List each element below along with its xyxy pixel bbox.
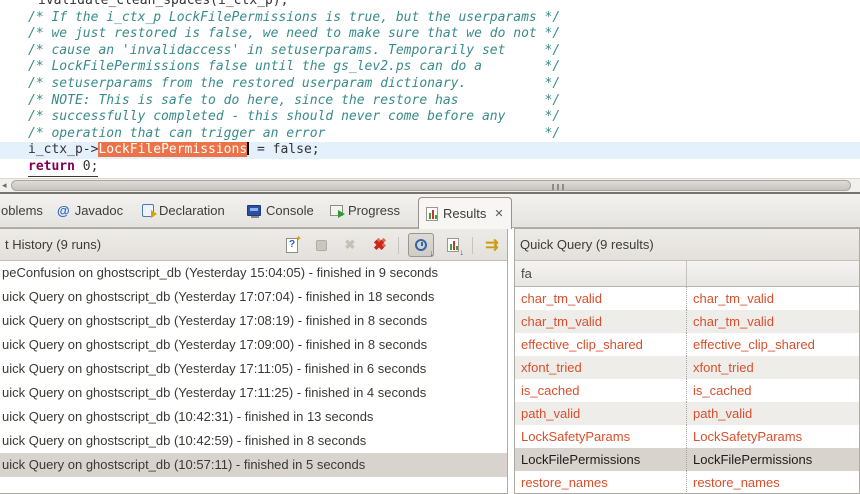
history-item[interactable]: uick Query on ghostscript_db (Yesterday …	[0, 309, 507, 333]
history-panel-header[interactable]: t History (9 runs) ? ✦ ✖ ✖ ↓ ↓ ⇉	[0, 229, 507, 261]
sort-by-results-button[interactable]: ↓	[443, 235, 465, 257]
pin-view-icon: ⇉	[485, 237, 499, 254]
code-comment-line: /* NOTE: This is safe to do here, since …	[28, 92, 561, 108]
code-line: ivalidate_clean_spaces(i_ctx_p);	[38, 0, 289, 8]
code-comment-line: /* we just restored is false, we need to…	[28, 26, 561, 42]
history-toolbar: ? ✦ ✖ ✖ ↓ ↓ ⇉	[282, 229, 502, 261]
history-panel: t History (9 runs) ? ✦ ✖ ✖ ↓ ↓ ⇉ peConfu…	[0, 228, 508, 494]
code-comment-line: /* operation that can trigger an error *…	[28, 125, 561, 141]
history-item[interactable]: uick Query on ghostscript_db (Yesterday …	[0, 381, 507, 405]
stop-icon	[315, 239, 327, 251]
history-item[interactable]: uick Query on ghostscript_db (Yesterday …	[0, 285, 507, 309]
current-code-line: i_ctx_p->LockFilePermissions = false;	[0, 142, 860, 159]
progress-icon	[330, 205, 345, 218]
code-comment-line: /* setuserparams from the restored userp…	[28, 75, 561, 91]
code-line: return 0;	[0, 158, 860, 177]
tab-declaration[interactable]: Declaration	[142, 194, 225, 227]
remove-all-icon: ✖	[373, 236, 385, 253]
result-row[interactable]: restore_names restore_names	[515, 471, 859, 493]
history-item[interactable]: uick Query on ghostscript_db (Yesterday …	[0, 333, 507, 357]
occurrence-highlight: LockFilePermissions	[98, 142, 248, 158]
return-keyword: return	[28, 158, 75, 174]
result-row[interactable]: char_tm_valid char_tm_valid	[515, 310, 859, 333]
javadoc-icon: @	[57, 203, 70, 218]
declaration-icon	[142, 204, 157, 218]
quick-query-panel-header[interactable]: Quick Query (9 results)	[515, 229, 859, 261]
code-comment-line: /* successfully completed - this should …	[28, 109, 561, 125]
result-row-selected[interactable]: LockFilePermissions LockFilePermissions	[515, 448, 859, 471]
column-header-blank[interactable]	[687, 261, 859, 286]
stop-button[interactable]	[311, 235, 331, 255]
scroll-left-icon[interactable]: ◂	[2, 180, 7, 191]
tab-results-label: Results	[443, 206, 487, 221]
eclipse-workbench: ivalidate_clean_spaces(i_ctx_p); /* If t…	[0, 0, 860, 494]
close-icon[interactable]: ✕	[494, 207, 503, 220]
return-rest: 0;	[74, 158, 99, 174]
scrollbar-thumb[interactable]	[11, 180, 851, 191]
history-list: peConfusion on ghostscript_db (Yesterday…	[0, 261, 507, 477]
result-row[interactable]: path_valid path_valid	[515, 402, 859, 425]
code-comment-line: /* cause an 'invalidaccess' in setuserpa…	[28, 42, 561, 58]
tab-console-label: Console	[266, 203, 314, 218]
tab-console[interactable]: Console	[247, 194, 314, 227]
tab-declaration-label: Declaration	[159, 203, 225, 218]
toolbar-separator	[398, 236, 399, 254]
tab-javadoc[interactable]: @ Javadoc	[57, 194, 123, 227]
history-item[interactable]: uick Query on ghostscript_db (10:42:31) …	[0, 405, 507, 429]
code-editor[interactable]: ivalidate_clean_spaces(i_ctx_p); /* If t…	[0, 0, 860, 178]
tab-results[interactable]: Results ✕	[418, 197, 512, 229]
results-table: char_tm_valid char_tm_valid char_tm_valid…	[515, 287, 859, 493]
tab-progress-label: Progress	[348, 203, 401, 218]
view-tab-bar: oblems @ Javadoc Declaration Console Pro…	[0, 194, 860, 229]
down-arrow-icon: ↓	[429, 248, 435, 258]
remove-icon: ✖	[344, 237, 356, 252]
sort-by-time-button[interactable]: ↓	[408, 233, 435, 258]
horizontal-scrollbar[interactable]: ◂	[0, 178, 860, 192]
result-row[interactable]: char_tm_valid char_tm_valid	[515, 287, 859, 310]
history-item[interactable]: uick Query on ghostscript_db (10:42:59) …	[0, 429, 507, 453]
result-row[interactable]: xfont_tried xfont_tried	[515, 356, 859, 379]
tab-javadoc-label: Javadoc	[74, 203, 124, 218]
code-text: ivalidate_clean_spaces(i_ctx_p); /* If t…	[0, 0, 860, 177]
new-query-icon: ? ✦	[286, 234, 302, 253]
result-row[interactable]: LockSafetyParams LockSafetyParams	[515, 425, 859, 448]
tab-problems-label: oblems	[1, 203, 43, 218]
tab-progress[interactable]: Progress	[330, 194, 400, 227]
code-comment-line: /* If the i_ctx_p LockFilePermissions is…	[28, 9, 561, 25]
tab-problems[interactable]: oblems	[1, 194, 43, 227]
results-tab-icon	[426, 206, 438, 221]
quick-query-panel: Quick Query (9 results) fa char_tm_valid…	[514, 228, 860, 494]
remove-button[interactable]: ✖	[340, 235, 360, 255]
result-row[interactable]: is_cached is_cached	[515, 379, 859, 402]
history-item[interactable]: uick Query on ghostscript_db (Yesterday …	[0, 357, 507, 381]
result-row[interactable]: effective_clip_shared effective_clip_shar…	[515, 333, 859, 356]
console-icon	[247, 205, 261, 218]
history-item-selected[interactable]: uick Query on ghostscript_db (10:57:11) …	[0, 453, 507, 477]
scrollbar-grip-icon	[552, 184, 564, 190]
new-query-button[interactable]: ? ✦	[282, 234, 302, 255]
pin-view-button[interactable]: ⇉	[482, 235, 502, 255]
remove-all-button[interactable]: ✖	[369, 235, 389, 255]
history-item[interactable]: peConfusion on ghostscript_db (Yesterday…	[0, 261, 507, 285]
chart-icon	[447, 238, 459, 252]
code-text-prefix: i_ctx_p->	[28, 142, 99, 158]
results-table-header: fa	[515, 261, 859, 287]
quick-query-panel-title: Quick Query (9 results)	[520, 237, 654, 252]
clock-icon	[415, 239, 427, 251]
code-text-suffix: = false;	[249, 142, 320, 158]
column-header-fa[interactable]: fa	[515, 261, 687, 286]
history-panel-title: t History (9 runs)	[5, 237, 102, 252]
code-comment-line: /* LockFilePermissions false until the g…	[28, 59, 561, 75]
down-arrow-icon: ↓	[459, 247, 465, 257]
toolbar-separator	[472, 236, 473, 254]
